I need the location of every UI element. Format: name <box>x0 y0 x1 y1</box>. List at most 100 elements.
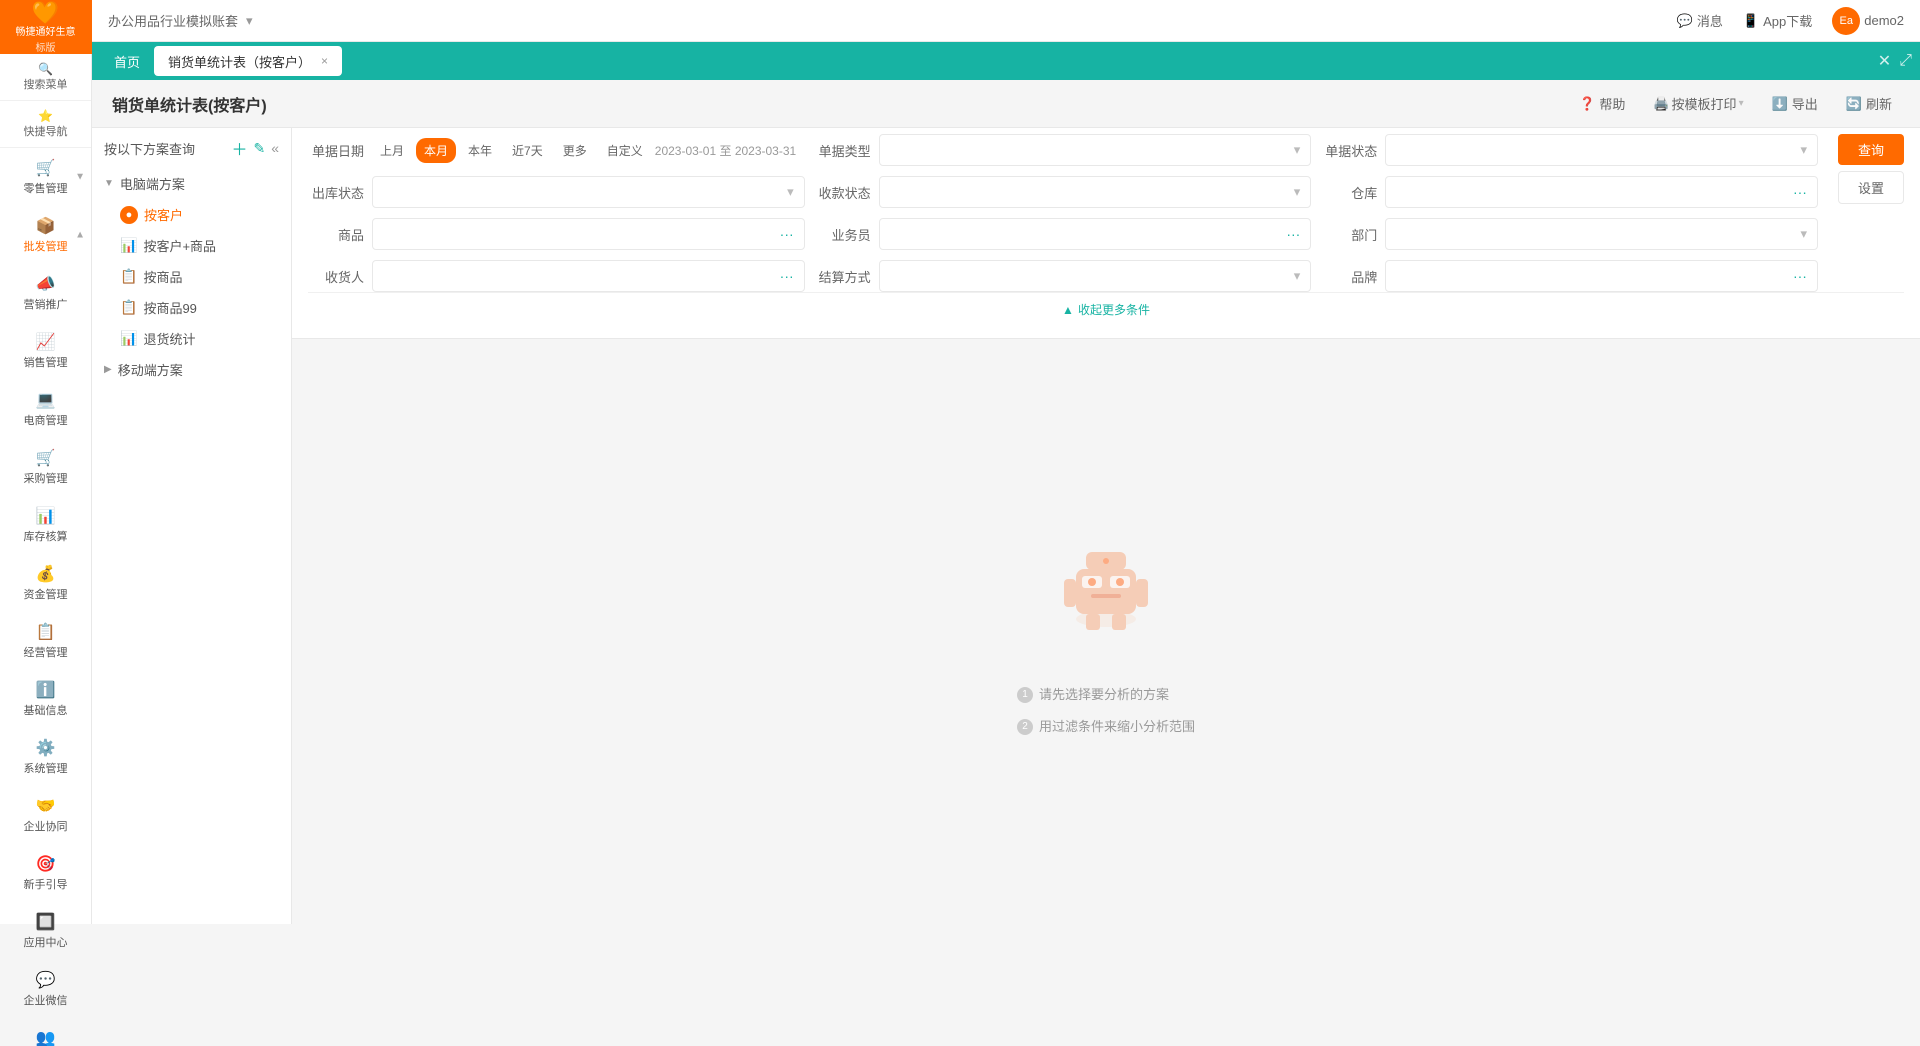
recv-status-select[interactable]: ▾ <box>879 176 1312 208</box>
sidebar-item-guide[interactable]: 🎯 新手引导 <box>0 844 91 902</box>
topbar: 办公用品行业模拟账套 ▾ 💬 消息 📱 App下载 Ea demo2 <box>92 0 1920 42</box>
scheme-add-btn[interactable]: ＋ <box>231 136 247 160</box>
system-label: 系统管理 <box>24 760 68 776</box>
industry-dropdown-icon[interactable]: ▾ <box>246 13 253 29</box>
tab-sales-stats[interactable]: 销货单统计表（按客户） × <box>154 46 342 76</box>
message-icon: 💬 <box>1677 13 1693 29</box>
filter-cell-dept: 部门 ▾ <box>1321 218 1818 250</box>
brand-dots[interactable]: ··· <box>1793 268 1807 284</box>
warehouse-dots[interactable]: ··· <box>1793 184 1807 200</box>
tip-num-1: 1 <box>1017 687 1033 703</box>
expand-icon: ▼ <box>75 172 85 183</box>
scheme-actions: ＋ ✎ « <box>231 136 279 160</box>
help-btn[interactable]: ❓ 帮助 <box>1571 90 1633 117</box>
sidebar-item-wholesale[interactable]: 📦 批发管理 ▲ <box>0 206 91 264</box>
doc-type-label: 单据类型 <box>815 141 871 160</box>
sidebar-item-basic-info[interactable]: ℹ️ 基础信息 <box>0 670 91 728</box>
export-btn[interactable]: ⬇️ 导出 <box>1764 90 1826 117</box>
scheme-icon-2: 📋 <box>120 268 137 285</box>
quick-nav[interactable]: ⭐ 快捷导航 <box>0 101 91 148</box>
setting-btn[interactable]: 设置 <box>1838 171 1904 204</box>
desktop-group-header[interactable]: ▼ 电脑端方案 <box>92 168 291 199</box>
scheme-edit-btn[interactable]: ✎ <box>253 140 265 157</box>
sidebar-item-operations[interactable]: 📋 经营管理 <box>0 612 91 670</box>
tab-home[interactable]: 首页 <box>100 46 154 76</box>
tab-home-label: 首页 <box>114 52 140 71</box>
tab-close-all-btn[interactable]: ✕ <box>1878 51 1891 71</box>
ecommerce-icon: 💻 <box>36 390 56 410</box>
sidebar-item-retail[interactable]: 🛒 零售管理 ▼ <box>0 148 91 206</box>
sidebar-item-system[interactable]: ⚙️ 系统管理 <box>0 728 91 786</box>
doc-type-select[interactable]: ▾ <box>879 134 1312 166</box>
brand-select[interactable]: ··· <box>1385 260 1818 292</box>
scheme-icon-4: 📊 <box>120 330 137 347</box>
settlement-arrow: ▾ <box>1294 268 1301 284</box>
filter-cell-goods: 商品 ··· <box>308 218 805 250</box>
settlement-select[interactable]: ▾ <box>879 260 1312 292</box>
scheme-panel: 按以下方案查询 ＋ ✎ « ▼ 电脑端方案 ● 按客户 📊 按客户+商 <box>92 122 292 924</box>
filter-content-area: 单据日期 上月 本月 本年 近7天 更多 自定义 2023-03-01 至 20… <box>292 122 1920 924</box>
mobile-group-header[interactable]: ▶ 移动端方案 <box>92 354 291 385</box>
tab-sales-label: 销货单统计表（按客户） <box>168 52 311 71</box>
date-btn-custom[interactable]: 自定义 <box>599 138 651 163</box>
sidebar: 🧡 畅捷通好生意 标版 🔍 搜索菜单 ⭐ 快捷导航 🛒 零售管理 ▼ 📦 批发管… <box>0 0 92 924</box>
sidebar-item-purchase[interactable]: 🛒 采购管理 <box>0 438 91 496</box>
purchase-icon: 🛒 <box>36 448 56 468</box>
goods-dots[interactable]: ··· <box>780 226 794 242</box>
sidebar-item-sales[interactable]: 📈 销售管理 <box>0 322 91 380</box>
warehouse-label: 仓库 <box>1321 183 1377 202</box>
recipient-select[interactable]: ··· <box>372 260 805 292</box>
marketing-icon: 📣 <box>36 274 56 294</box>
scheme-item-by-customer[interactable]: ● 按客户 <box>92 199 291 230</box>
sidebar-item-enterprise[interactable]: 🤝 企业协同 <box>0 786 91 844</box>
salesperson-select[interactable]: ··· <box>879 218 1312 250</box>
scheme-item-by-customer-goods[interactable]: 📊 按客户+商品 <box>92 230 291 261</box>
salesperson-dots[interactable]: ··· <box>1286 226 1300 242</box>
warehouse-select[interactable]: ··· <box>1385 176 1818 208</box>
scheme-collapse-btn[interactable]: « <box>271 140 279 156</box>
scheme-item-return-stats[interactable]: 📊 退货统计 <box>92 323 291 354</box>
search-menu[interactable]: 🔍 搜索菜单 <box>0 54 91 101</box>
date-btn-last-month[interactable]: 上月 <box>372 138 412 163</box>
sidebar-item-finance[interactable]: 💰 资金管理 <box>0 554 91 612</box>
refresh-btn[interactable]: 🔄 刷新 <box>1838 90 1900 117</box>
user-area[interactable]: Ea demo2 <box>1832 7 1904 35</box>
doc-status-select[interactable]: ▾ <box>1385 134 1818 166</box>
date-btn-this-month[interactable]: 本月 <box>416 138 456 163</box>
nav-label: 快捷导航 <box>0 123 91 139</box>
date-btn-more[interactable]: 更多 <box>555 138 595 163</box>
recipient-label: 收货人 <box>308 267 364 286</box>
sidebar-item-ecommerce[interactable]: 💻 电商管理 <box>0 380 91 438</box>
message-label: 消息 <box>1697 11 1723 30</box>
scheme-icon-3: 📋 <box>120 299 137 316</box>
tab-close-icon[interactable]: × <box>321 54 328 68</box>
goods-select[interactable]: ··· <box>372 218 805 250</box>
tab-maximize-btn[interactable]: ⤢ <box>1899 52 1912 70</box>
dept-select[interactable]: ▾ <box>1385 218 1818 250</box>
group-expand-icon: ▼ <box>104 178 114 189</box>
filter-actions: 查询 设置 <box>1838 134 1904 204</box>
sidebar-item-marketing[interactable]: 📣 营销推广 <box>0 264 91 322</box>
doc-status-arrow: ▾ <box>1800 142 1807 158</box>
scheme-item-by-goods[interactable]: 📋 按商品 <box>92 261 291 292</box>
app-download-btn[interactable]: 📱 App下载 <box>1743 11 1812 30</box>
logo-text: 畅捷通好生意 <box>16 26 76 39</box>
message-btn[interactable]: 💬 消息 <box>1677 11 1723 30</box>
export-label: 导出 <box>1792 94 1818 113</box>
template-print-btn[interactable]: 🖨️ 按模板打印 ▾ <box>1645 90 1751 117</box>
date-btn-this-year[interactable]: 本年 <box>460 138 500 163</box>
collapse-bar[interactable]: ▲ 收起更多条件 <box>308 292 1904 326</box>
sidebar-item-inventory[interactable]: 📊 库存核算 <box>0 496 91 554</box>
date-btn-7days[interactable]: 近7天 <box>504 138 551 163</box>
out-status-select[interactable]: ▾ <box>372 176 805 208</box>
mobile-group-label: 移动端方案 <box>118 360 183 379</box>
scheme-item-by-goods99[interactable]: 📋 按商品99 <box>92 292 291 323</box>
query-btn[interactable]: 查询 <box>1838 134 1904 165</box>
filter-cell-recipient: 收货人 ··· <box>308 260 805 292</box>
date-label: 单据日期 <box>308 141 364 160</box>
out-status-arrow: ▾ <box>787 184 794 200</box>
inventory-label: 库存核算 <box>24 528 68 544</box>
recipient-dots[interactable]: ··· <box>780 268 794 284</box>
mobile-group-icon: ▶ <box>104 364 112 375</box>
tabbar: 首页 销货单统计表（按客户） × ✕ ⤢ <box>92 42 1920 80</box>
